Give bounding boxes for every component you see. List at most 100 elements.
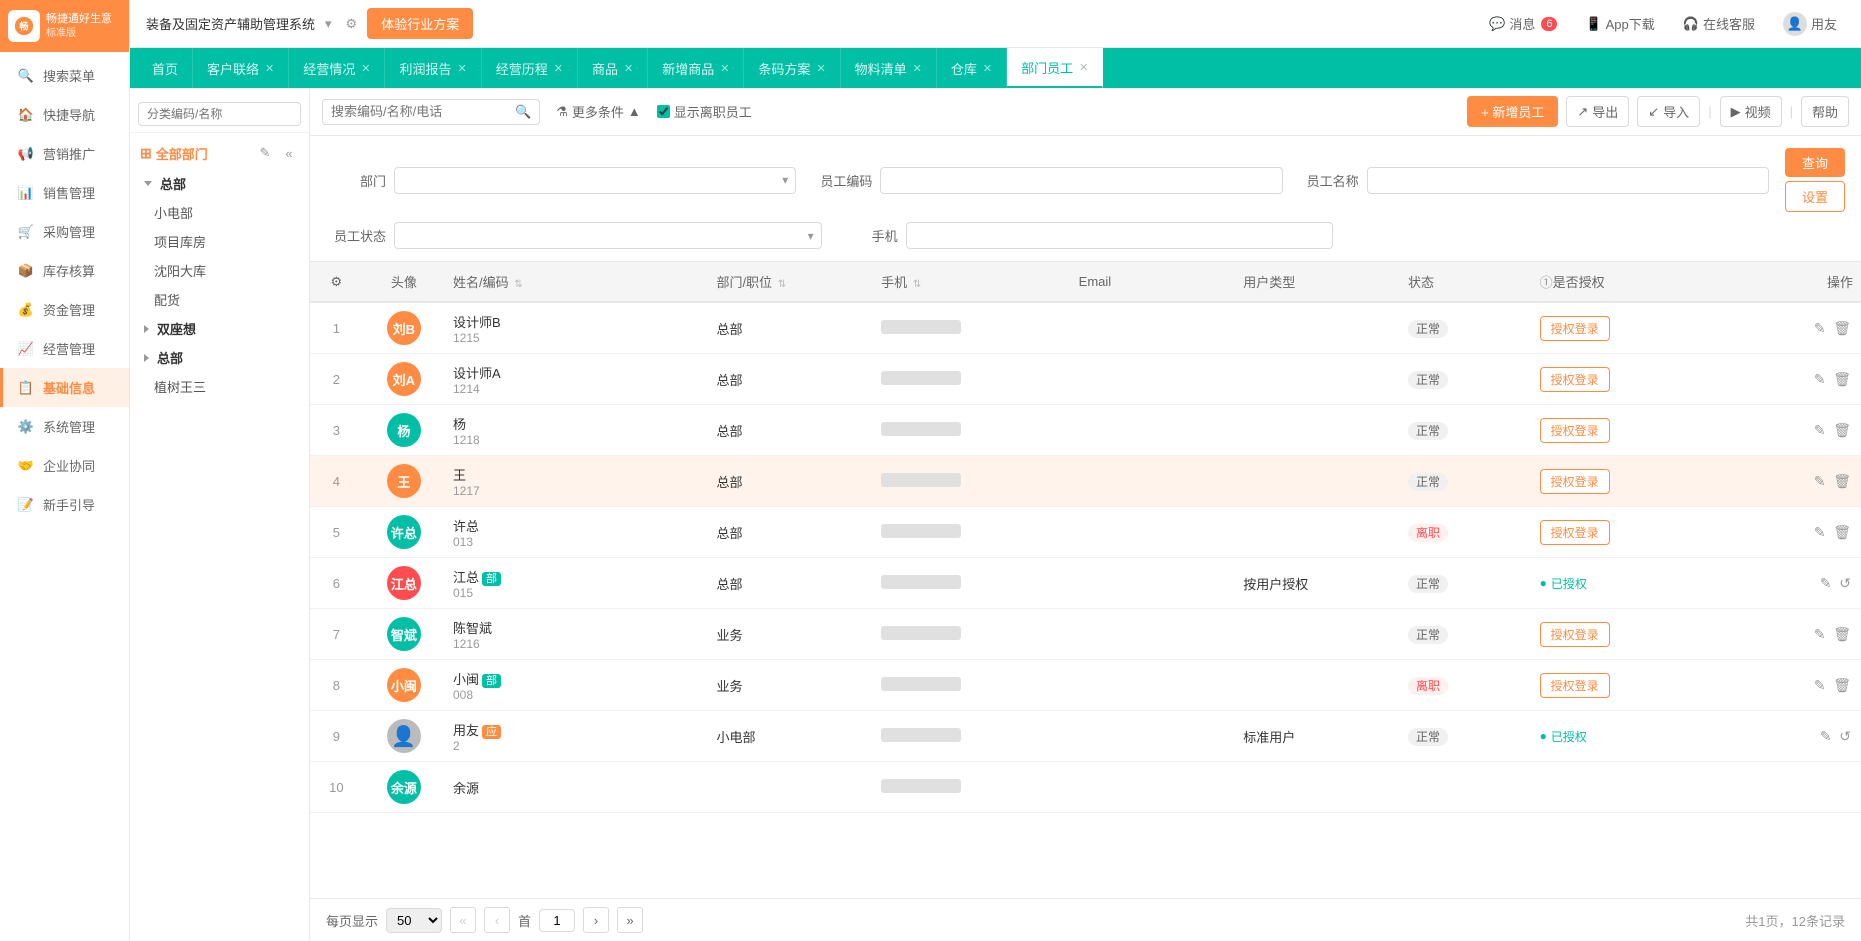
- auth-btn-5[interactable]: 授权登录: [1540, 520, 1610, 545]
- sidebar-item-purchase[interactable]: 🛒 采购管理: [0, 212, 129, 251]
- th-dept[interactable]: 部门/职位 ⇅: [708, 262, 873, 302]
- import-button[interactable]: ↙ 导入: [1637, 96, 1700, 127]
- edit-btn-8[interactable]: ✎: [1814, 677, 1826, 693]
- first-page-btn[interactable]: «: [450, 907, 476, 933]
- delete-btn-2[interactable]: 🗑: [1833, 371, 1851, 387]
- settings-icon[interactable]: ⚙: [331, 274, 343, 289]
- sort-phone-icon[interactable]: ⇅: [913, 279, 921, 290]
- delete-btn-4[interactable]: 🗑: [1833, 473, 1851, 489]
- edit-btn-2[interactable]: ✎: [1814, 371, 1826, 387]
- dropdown-arrow[interactable]: ▾: [325, 16, 332, 32]
- sidebar-item-stock[interactable]: 📦 库存核算: [0, 251, 129, 290]
- sort-name-icon[interactable]: ⇅: [514, 279, 522, 290]
- tab-operation-status[interactable]: 经营情况 ✕: [289, 48, 385, 88]
- delete-btn-8[interactable]: 🗑: [1833, 677, 1851, 693]
- tab-add-goods[interactable]: 新增商品 ✕: [648, 48, 744, 88]
- edit-btn-6[interactable]: ✎: [1820, 575, 1832, 591]
- dept-collapse-btn[interactable]: «: [279, 143, 299, 163]
- sidebar-item-operation[interactable]: 📈 经营管理: [0, 329, 129, 368]
- tab-close-warehouse[interactable]: ✕: [983, 62, 992, 75]
- auth-btn-8[interactable]: 授权登录: [1540, 673, 1610, 698]
- sidebar-item-finance[interactable]: 💰 资金管理: [0, 290, 129, 329]
- auth-btn-7[interactable]: 授权登录: [1540, 622, 1610, 647]
- tab-close-add-goods[interactable]: ✕: [720, 62, 729, 75]
- tab-profit[interactable]: 利润报告 ✕: [385, 48, 481, 88]
- edit-btn-7[interactable]: ✎: [1814, 626, 1826, 642]
- edit-btn-5[interactable]: ✎: [1814, 524, 1826, 540]
- sidebar-item-marketing[interactable]: 📢 营销推广: [0, 134, 129, 173]
- edit-btn-3[interactable]: ✎: [1814, 422, 1826, 438]
- dept-group-title-3[interactable]: 总部: [130, 343, 309, 372]
- auth-btn-2[interactable]: 授权登录: [1540, 367, 1610, 392]
- all-dept-label[interactable]: ⊞ 全部部门: [140, 144, 208, 163]
- add-employee-button[interactable]: + 新增员工: [1467, 96, 1558, 127]
- tab-close-department[interactable]: ✕: [1079, 61, 1088, 74]
- tab-goods[interactable]: 商品 ✕: [578, 48, 648, 88]
- last-page-btn[interactable]: »: [617, 907, 643, 933]
- tab-close-barcode[interactable]: ✕: [816, 62, 825, 75]
- edit-btn-9[interactable]: ✎: [1820, 728, 1832, 744]
- delete-btn-5[interactable]: 🗑: [1833, 524, 1851, 540]
- dept-item-project[interactable]: 项目库房: [130, 227, 309, 256]
- settings-icon[interactable]: ⚙: [346, 16, 358, 32]
- dept-item-shenyang[interactable]: 沈阳大库: [130, 256, 309, 285]
- per-page-select[interactable]: 50 100: [386, 908, 442, 933]
- user-btn[interactable]: 👤 用友: [1775, 8, 1845, 40]
- tab-close-history[interactable]: ✕: [554, 62, 563, 75]
- sidebar-item-collab[interactable]: 🤝 企业协同: [0, 446, 129, 485]
- tab-barcode[interactable]: 条码方案 ✕: [744, 48, 840, 88]
- sidebar-item-quick-nav[interactable]: 🏠 快捷导航: [0, 95, 129, 134]
- refresh-btn-6[interactable]: ↺: [1839, 575, 1851, 591]
- search-icon[interactable]: 🔍: [515, 104, 531, 120]
- delete-btn-7[interactable]: 🗑: [1833, 626, 1851, 642]
- export-button[interactable]: ↗ 导出: [1566, 96, 1629, 127]
- dept-group-title-2[interactable]: 双座想: [130, 314, 309, 343]
- message-btn[interactable]: 💬 消息 6: [1481, 10, 1565, 37]
- auth-btn-1[interactable]: 授权登录: [1540, 316, 1610, 341]
- trial-button[interactable]: 体验行业方案: [367, 8, 473, 39]
- dept-item-zhishu[interactable]: 植树王三: [130, 372, 309, 401]
- app-download-btn[interactable]: 📱 App下载: [1577, 10, 1662, 37]
- delete-btn-3[interactable]: 🗑: [1833, 422, 1851, 438]
- tab-close-bom[interactable]: ✕: [913, 62, 922, 75]
- th-phone[interactable]: 手机 ⇅: [873, 262, 1071, 302]
- tab-department[interactable]: 部门员工 ✕: [1007, 48, 1103, 88]
- sidebar-item-basic[interactable]: 📋 基础信息: [0, 368, 129, 407]
- sidebar-item-search[interactable]: 🔍 搜索菜单: [0, 56, 129, 95]
- auth-btn-4[interactable]: 授权登录: [1540, 469, 1610, 494]
- next-page-btn[interactable]: ›: [583, 907, 609, 933]
- sidebar-item-sales[interactable]: 📊 销售管理: [0, 173, 129, 212]
- emp-name-input[interactable]: [1367, 167, 1769, 194]
- tab-customer[interactable]: 客户联络 ✕: [193, 48, 289, 88]
- dept-item-peihuo[interactable]: 配货: [130, 285, 309, 314]
- tab-close-customer[interactable]: ✕: [265, 62, 274, 75]
- sidebar-item-system[interactable]: ⚙️ 系统管理: [0, 407, 129, 446]
- online-service-btn[interactable]: 🎧 在线客服: [1675, 10, 1763, 37]
- dept-edit-btn[interactable]: ✎: [255, 143, 275, 163]
- sidebar-item-guide[interactable]: 📝 新手引导: [0, 485, 129, 524]
- th-name[interactable]: 姓名/编码 ⇅: [445, 262, 708, 302]
- tab-history[interactable]: 经营历程 ✕: [482, 48, 578, 88]
- edit-btn-4[interactable]: ✎: [1814, 473, 1826, 489]
- show-resigned-checkbox[interactable]: 显示离职员工: [657, 102, 752, 121]
- help-button[interactable]: 帮助: [1801, 96, 1849, 127]
- tab-close-operation-status[interactable]: ✕: [361, 62, 370, 75]
- tab-warehouse[interactable]: 仓库 ✕: [937, 48, 1007, 88]
- phone-input[interactable]: [906, 222, 1334, 249]
- tab-close-goods[interactable]: ✕: [624, 62, 633, 75]
- search-input[interactable]: [331, 104, 511, 119]
- dept-select[interactable]: [394, 167, 796, 194]
- query-button[interactable]: 查询: [1785, 148, 1845, 177]
- sort-dept-icon[interactable]: ⇅: [778, 279, 786, 290]
- dept-search-input[interactable]: [138, 102, 301, 126]
- view-button[interactable]: ▶ 视频: [1720, 96, 1782, 127]
- page-input[interactable]: [539, 909, 575, 932]
- resigned-checkbox-input[interactable]: [657, 105, 670, 118]
- edit-btn-1[interactable]: ✎: [1814, 320, 1826, 336]
- auth-btn-3[interactable]: 授权登录: [1540, 418, 1610, 443]
- delete-btn-1[interactable]: 🗑: [1833, 320, 1851, 336]
- refresh-btn-9[interactable]: ↺: [1839, 728, 1851, 744]
- dept-group-title-1[interactable]: 总部: [130, 169, 309, 198]
- set-button[interactable]: 设置: [1785, 181, 1845, 212]
- tab-home[interactable]: 首页: [138, 48, 193, 88]
